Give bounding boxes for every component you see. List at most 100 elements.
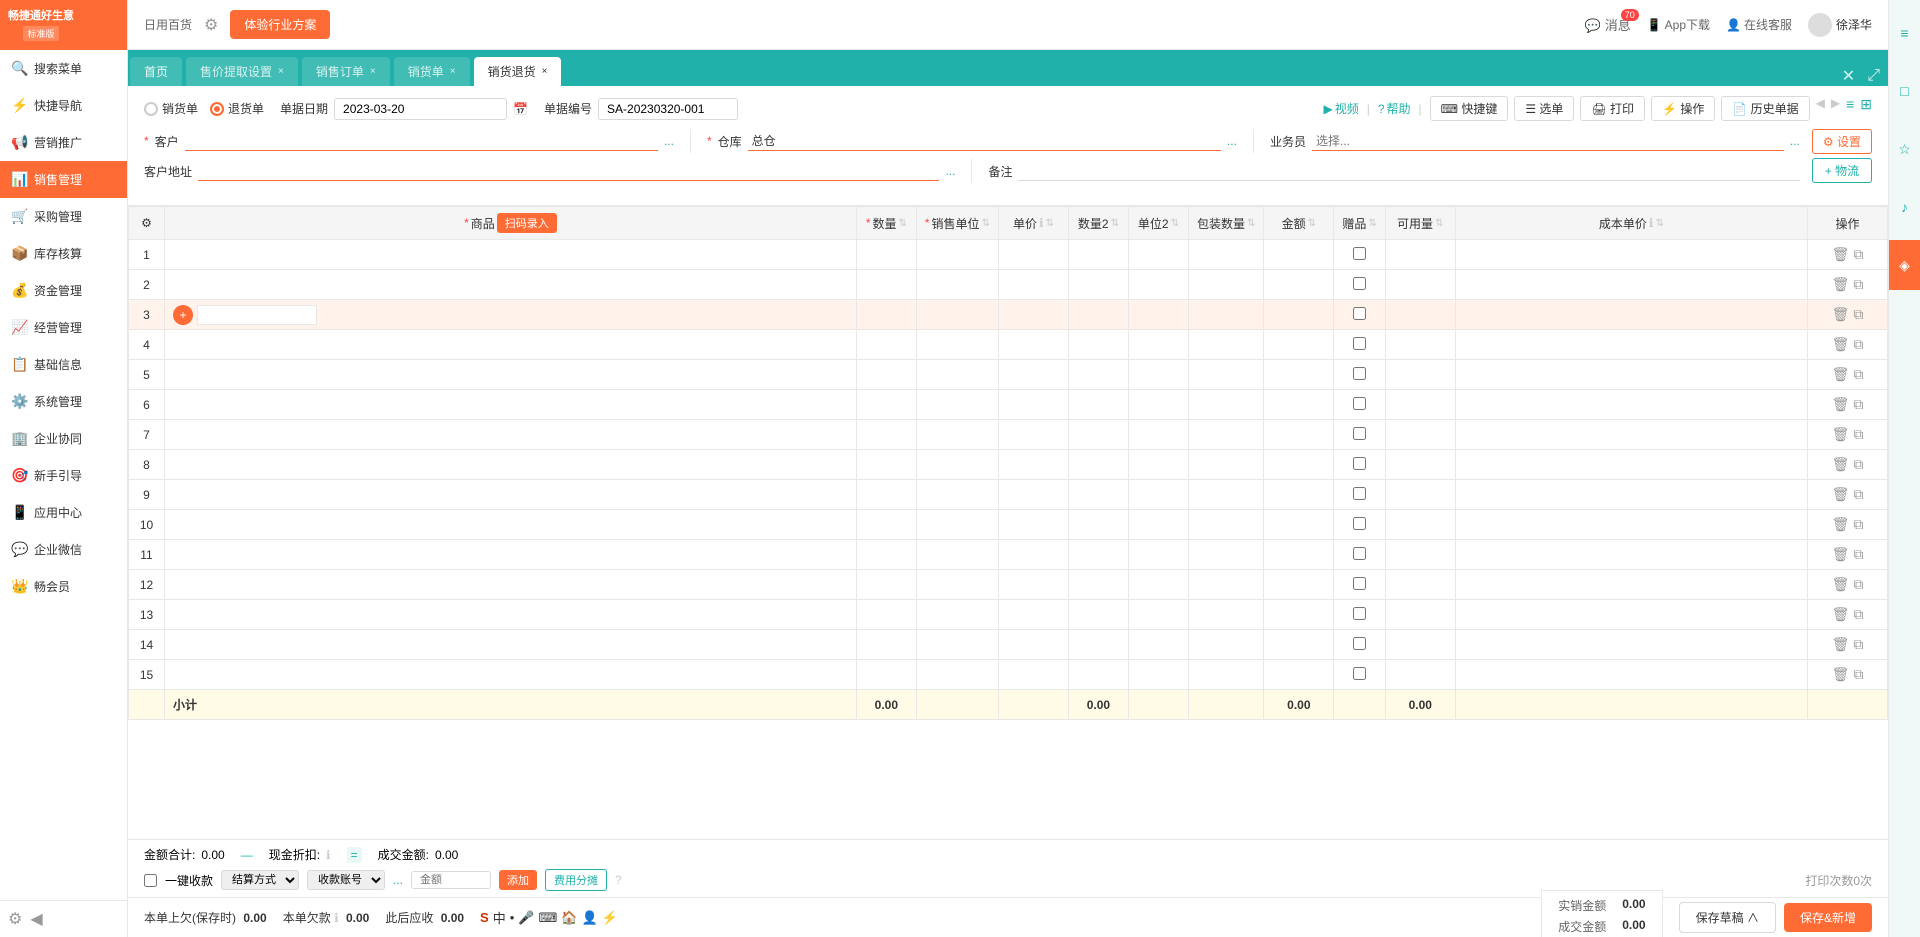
pack-qty-cell-5[interactable] (1188, 360, 1263, 390)
gift-cell-3[interactable] (1334, 300, 1385, 330)
one-click-payment-checkbox[interactable] (144, 874, 157, 887)
sidebar-item-wechat[interactable]: 💬 企业微信 (0, 531, 127, 568)
cost-price-cell-7[interactable] (1455, 420, 1807, 450)
qty-cell-3[interactable] (856, 300, 916, 330)
delete-icon-11[interactable]: 🗑 (1832, 546, 1850, 563)
message-btn[interactable]: 💬 消息 70 (1585, 15, 1631, 34)
pack-qty-cell-11[interactable] (1188, 540, 1263, 570)
select-btn[interactable]: ☰ 选单 (1514, 96, 1574, 121)
unit-price-cell-8[interactable] (998, 450, 1068, 480)
unit2-cell-13[interactable] (1128, 600, 1188, 630)
address-input[interactable] (198, 162, 939, 181)
right-panel-item-1[interactable]: ≡ (1893, 8, 1917, 58)
amount-cell-14[interactable] (1264, 630, 1334, 660)
available-cell-14[interactable] (1385, 630, 1455, 660)
sidebar-item-search[interactable]: 🔍 搜索菜单 (0, 50, 127, 87)
sale-unit-cell-3[interactable] (916, 300, 998, 330)
id-input[interactable] (598, 98, 738, 120)
user-menu[interactable]: 徐泽华 (1808, 13, 1872, 37)
product-cell-4[interactable] (165, 330, 857, 360)
qty2-cell-9[interactable] (1068, 480, 1128, 510)
delete-icon-14[interactable]: 🗑 (1832, 636, 1850, 653)
tab-sale-price-close[interactable]: × (278, 66, 284, 77)
copy-icon-8[interactable]: ⧉ (1853, 456, 1863, 473)
product-cell-2[interactable] (165, 270, 857, 300)
pack-qty-cell-15[interactable] (1188, 660, 1263, 690)
unit-price-cell-1[interactable] (998, 240, 1068, 270)
qty2-cell-5[interactable] (1068, 360, 1128, 390)
amount-sort-icon[interactable]: ⇅ (1308, 218, 1316, 229)
qty-cell-11[interactable] (856, 540, 916, 570)
qty2-cell-2[interactable] (1068, 270, 1128, 300)
gift-checkbox-12[interactable] (1353, 577, 1366, 590)
amount-cell-7[interactable] (1264, 420, 1334, 450)
online-service-btn[interactable]: 👤 在线客服 (1726, 16, 1792, 33)
tab-sale-delivery-close[interactable]: × (450, 66, 456, 77)
product-cell-13[interactable] (165, 600, 857, 630)
tab-sale-delivery[interactable]: 销货单 × (394, 57, 470, 86)
tab-sale-order-close[interactable]: × (370, 66, 376, 77)
qty-cell-4[interactable] (856, 330, 916, 360)
unit2-cell-3[interactable] (1128, 300, 1188, 330)
prev-btn[interactable]: ◀ (1816, 96, 1825, 121)
delete-icon-2[interactable]: 🗑 (1832, 276, 1850, 293)
next-btn[interactable]: ▶ (1831, 96, 1840, 121)
order-debt-help[interactable]: ℹ (334, 911, 339, 925)
customer-dots[interactable]: ... (664, 134, 674, 148)
qty2-cell-14[interactable] (1068, 630, 1128, 660)
sale-unit-cell-5[interactable] (916, 360, 998, 390)
cost-price-cell-9[interactable] (1455, 480, 1807, 510)
gift-checkbox-14[interactable] (1353, 637, 1366, 650)
delete-icon-8[interactable]: 🗑 (1832, 456, 1850, 473)
gift-cell-7[interactable] (1334, 420, 1385, 450)
gift-cell-10[interactable] (1334, 510, 1385, 540)
gift-checkbox-13[interactable] (1353, 607, 1366, 620)
pack-qty-cell-7[interactable] (1188, 420, 1263, 450)
calendar-icon[interactable]: 📅 (513, 102, 528, 116)
sale-unit-cell-13[interactable] (916, 600, 998, 630)
gift-cell-5[interactable] (1334, 360, 1385, 390)
available-cell-12[interactable] (1385, 570, 1455, 600)
view-grid-btn[interactable]: ⊞ (1860, 96, 1872, 121)
unit-price-cell-5[interactable] (998, 360, 1068, 390)
gift-checkbox-10[interactable] (1353, 517, 1366, 530)
qty2-cell-11[interactable] (1068, 540, 1128, 570)
gift-cell-2[interactable] (1334, 270, 1385, 300)
product-cell-14[interactable] (165, 630, 857, 660)
account-select[interactable]: 收款账号 (307, 870, 385, 890)
amount-cell-15[interactable] (1264, 660, 1334, 690)
print-btn[interactable]: 🖨 打印 (1580, 96, 1645, 121)
qty-cell-7[interactable] (856, 420, 916, 450)
product-cell-5[interactable] (165, 360, 857, 390)
copy-icon-15[interactable]: ⧉ (1853, 666, 1863, 683)
qty2-cell-12[interactable] (1068, 570, 1128, 600)
copy-icon-9[interactable]: ⧉ (1853, 486, 1863, 503)
tab-sale-return-close[interactable]: × (542, 66, 548, 77)
amount-cell-1[interactable] (1264, 240, 1334, 270)
amount-cell-13[interactable] (1264, 600, 1334, 630)
sale-unit-cell-15[interactable] (916, 660, 998, 690)
cost-price-cell-12[interactable] (1455, 570, 1807, 600)
unit-price-cell-9[interactable] (998, 480, 1068, 510)
qty-cell-13[interactable] (856, 600, 916, 630)
unit-price-cell-12[interactable] (998, 570, 1068, 600)
pack-qty-cell-14[interactable] (1188, 630, 1263, 660)
amount-cell-9[interactable] (1264, 480, 1334, 510)
account-dots[interactable]: ... (393, 873, 403, 887)
sidebar-item-marketing[interactable]: 📢 营销推广 (0, 124, 127, 161)
unit2-cell-10[interactable] (1128, 510, 1188, 540)
gift-cell-13[interactable] (1334, 600, 1385, 630)
unit-price-cell-15[interactable] (998, 660, 1068, 690)
shortcut-btn[interactable]: ⌨ 快捷键 (1430, 96, 1509, 121)
status-icon-8[interactable]: ⚡ (602, 910, 618, 926)
qty-cell-15[interactable] (856, 660, 916, 690)
unit2-cell-8[interactable] (1128, 450, 1188, 480)
status-icon-6[interactable]: 🏠 (561, 910, 577, 926)
qty-sort-icon[interactable]: ⇅ (899, 218, 907, 229)
qty2-cell-13[interactable] (1068, 600, 1128, 630)
qty-cell-10[interactable] (856, 510, 916, 540)
pack-qty-cell-10[interactable] (1188, 510, 1263, 540)
sidebar-item-operation[interactable]: 📈 经营管理 (0, 309, 127, 346)
product-cell-12[interactable] (165, 570, 857, 600)
close-tab-btn[interactable]: ✕ (1838, 66, 1859, 86)
